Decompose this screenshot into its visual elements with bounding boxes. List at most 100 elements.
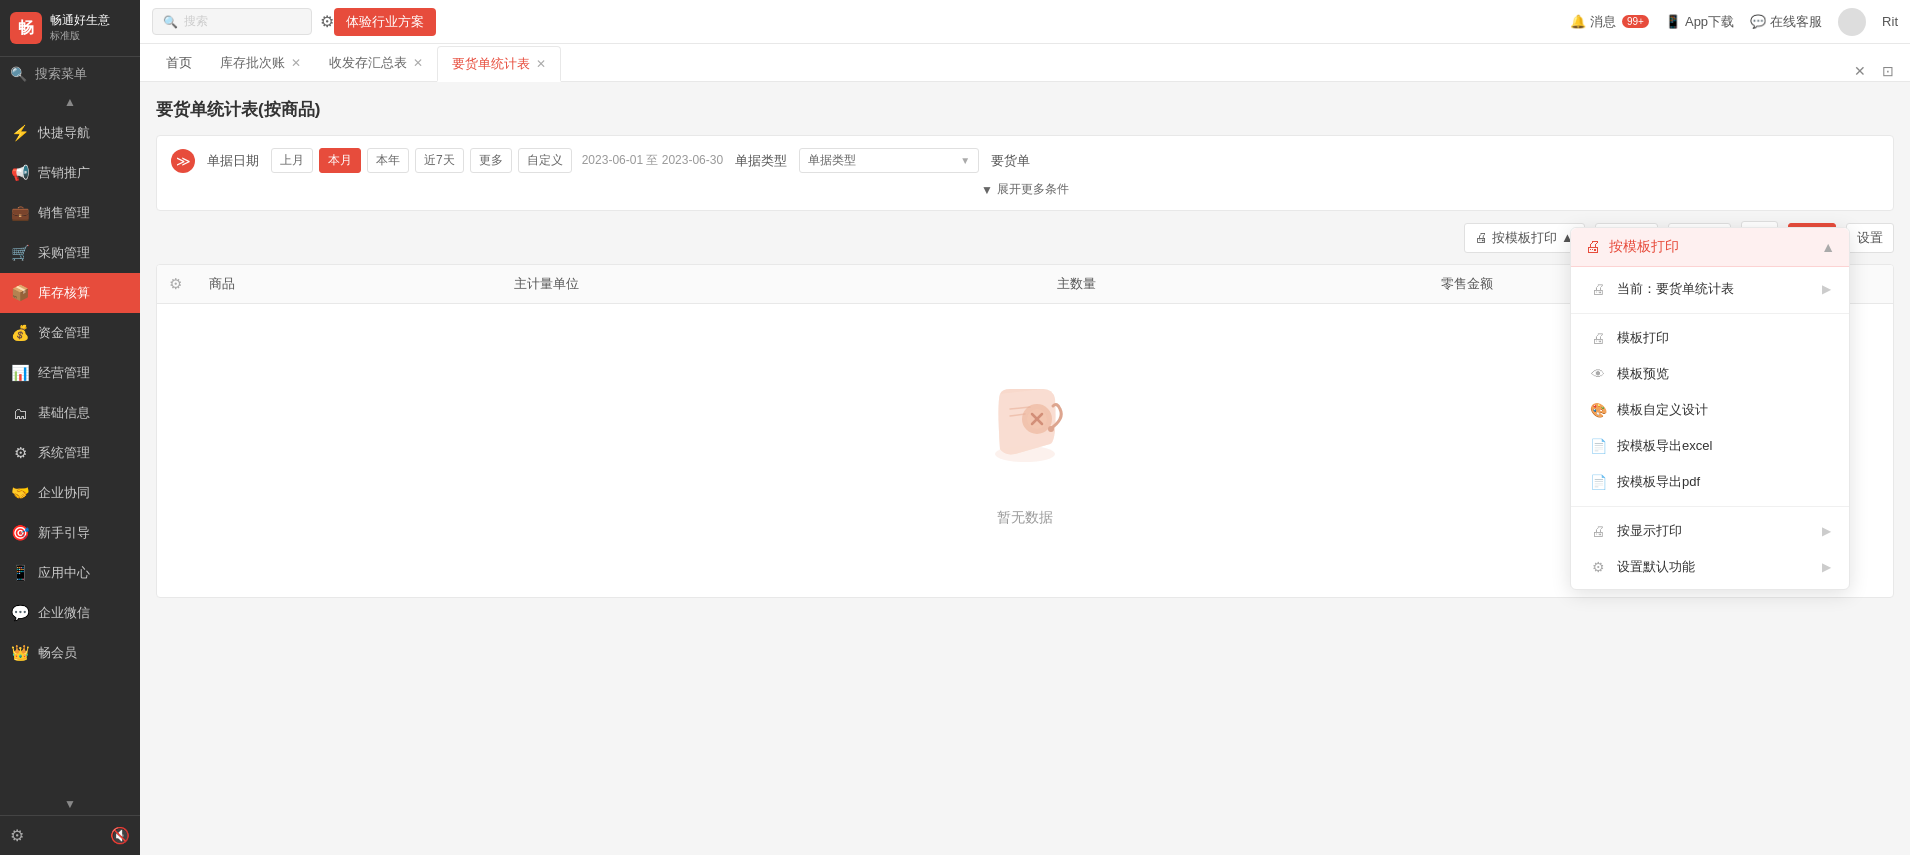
sidebar-item-system[interactable]: ⚙ 系统管理	[0, 433, 140, 473]
print-template-dropdown: 🖨 按模板打印 ▲ 🖨 当前：要货单统计表 ▶ 🖨 模板打印	[1570, 227, 1850, 590]
date-btn-current-month[interactable]: 本月	[319, 148, 361, 173]
tab-close-window-btn[interactable]: ✕	[1850, 61, 1870, 81]
page-content: 要货单统计表(按商品) ≫ 单据日期 上月 本月 本年 近7天 更多 自定义 2…	[140, 82, 1910, 855]
empty-text: 暂无数据	[997, 509, 1053, 527]
print-icon: 🖨	[1475, 230, 1488, 245]
sidebar-nav: ⚡ 快捷导航 📢 营销推广 💼 销售管理 🛒 采购管理 📦 库存核算 💰 资金管…	[0, 113, 140, 793]
dropdown-template-design[interactable]: 🎨 模板自定义设计	[1571, 392, 1849, 428]
sidebar-item-collab[interactable]: 🤝 企业协同	[0, 473, 140, 513]
filter-row: ≫ 单据日期 上月 本月 本年 近7天 更多 自定义 2023-06-01 至 …	[171, 148, 1879, 173]
notifications-btn[interactable]: 🔔 消息 99+	[1570, 13, 1649, 31]
finance-icon: 💰	[10, 324, 30, 342]
marketing-icon: 📢	[10, 164, 30, 182]
dropdown-set-default[interactable]: ⚙ 设置默认功能 ▶	[1571, 549, 1849, 585]
current-template-icon: 🖨	[1589, 281, 1607, 297]
sidebar-item-sales[interactable]: 💼 销售管理	[0, 193, 140, 233]
dropdown-template-preview[interactable]: 👁 模板预览	[1571, 356, 1849, 392]
system-icon: ⚙	[10, 444, 30, 462]
tab-close-order-stats[interactable]: ✕	[536, 57, 546, 71]
header-search-box[interactable]: 🔍 搜索	[152, 8, 312, 35]
sidebar-item-wechat[interactable]: 💬 企业微信	[0, 593, 140, 633]
display-print-arrow-icon: ▶	[1822, 524, 1831, 538]
tab-order-stats[interactable]: 要货单统计表 ✕	[437, 46, 561, 82]
svg-point-5	[1048, 426, 1054, 432]
table-gear-icon[interactable]: ⚙	[169, 275, 182, 292]
sidebar-item-guide[interactable]: 🎯 新手引导	[0, 513, 140, 553]
basic-icon: 🗂	[10, 405, 30, 422]
mute-icon[interactable]: 🔇	[110, 826, 130, 845]
dropdown-current-template[interactable]: 🖨 当前：要货单统计表 ▶	[1571, 271, 1849, 307]
tab-close-receipt-summary[interactable]: ✕	[413, 56, 423, 70]
col-unit: 主计量单位	[502, 265, 1045, 304]
header: 🔍 搜索 ⚙ 体验行业方案 🔔 消息 99+ 📱 App下载 💬 在线客服 Ri…	[140, 0, 1910, 44]
export-excel-icon: 📄	[1589, 438, 1607, 454]
tab-close-inventory-batch[interactable]: ✕	[291, 56, 301, 70]
date-btn-more[interactable]: 更多	[470, 148, 512, 173]
sidebar-item-marketing[interactable]: 📢 营销推广	[0, 153, 140, 193]
dropdown-print-icon: 🖨	[1585, 238, 1601, 256]
date-btn-7days[interactable]: 近7天	[415, 148, 464, 173]
template-design-icon: 🎨	[1589, 402, 1607, 418]
member-icon: 👑	[10, 644, 30, 662]
settings-btn[interactable]: 设置	[1846, 223, 1894, 253]
tabs-bar: 首页 库存批次账 ✕ 收发存汇总表 ✕ 要货单统计表 ✕ ✕ ⊡	[140, 44, 1910, 82]
sidebar-item-member[interactable]: 👑 畅会员	[0, 633, 140, 673]
dropdown-display-print[interactable]: 🖨 按显示打印 ▶	[1571, 513, 1849, 549]
dropdown-export-pdf[interactable]: 📄 按模板导出pdf	[1571, 464, 1849, 500]
dropdown-section-actions: 🖨 模板打印 👁 模板预览 🎨 模板自定义设计 📄 按模板导出excel 📄	[1571, 316, 1849, 504]
set-default-arrow-icon: ▶	[1822, 560, 1831, 574]
dropdown-header: 🖨 按模板打印 ▲	[1571, 228, 1849, 267]
sidebar-item-appstore[interactable]: 📱 应用中心	[0, 553, 140, 593]
header-nav-right: 🔔 消息 99+ 📱 App下载 💬 在线客服 Rit	[1570, 8, 1898, 36]
tab-home[interactable]: 首页	[152, 45, 206, 81]
settings-icon[interactable]: ⚙	[10, 826, 24, 845]
dropdown-template-print[interactable]: 🖨 模板打印	[1571, 320, 1849, 356]
expand-more-btn[interactable]: ▼ 展开更多条件	[171, 181, 1879, 198]
sidebar-item-quick-nav[interactable]: ⚡ 快捷导航	[0, 113, 140, 153]
tab-receipt-summary[interactable]: 收发存汇总表 ✕	[315, 45, 437, 81]
purchase-icon: 🛒	[10, 244, 30, 262]
header-search-icon: 🔍	[163, 15, 178, 29]
appstore-icon: 📱	[10, 564, 30, 582]
sidebar-item-basic[interactable]: 🗂 基础信息	[0, 393, 140, 433]
date-btn-custom[interactable]: 自定义	[518, 148, 572, 173]
col-product: 商品	[197, 265, 502, 304]
sidebar-item-finance[interactable]: 💰 资金管理	[0, 313, 140, 353]
dropdown-collapse-btn[interactable]: ▲	[1821, 239, 1835, 255]
display-print-icon: 🖨	[1589, 523, 1607, 539]
header-gear-icon[interactable]: ⚙	[320, 12, 334, 31]
sidebar-item-purchase[interactable]: 🛒 采购管理	[0, 233, 140, 273]
order-goods-label: 要货单	[991, 152, 1030, 170]
sidebar-item-operation[interactable]: 📊 经营管理	[0, 353, 140, 393]
filter-date-group: 上月 本月 本年 近7天 更多 自定义 2023-06-01 至 2023-06…	[271, 148, 723, 173]
date-btn-current-year[interactable]: 本年	[367, 148, 409, 173]
tab-inventory-batch[interactable]: 库存批次账 ✕	[206, 45, 315, 81]
tab-maximize-window-btn[interactable]: ⊡	[1878, 61, 1898, 81]
template-preview-icon: 👁	[1589, 366, 1607, 382]
industry-btn[interactable]: 体验行业方案	[334, 8, 436, 36]
sidebar-scroll-up[interactable]: ▲	[0, 91, 140, 113]
online-service-btn[interactable]: 💬 在线客服	[1750, 13, 1822, 31]
order-type-select[interactable]: 单据类型 ▼	[799, 148, 979, 173]
app-download-btn[interactable]: 📱 App下载	[1665, 13, 1734, 31]
wechat-icon: 💬	[10, 604, 30, 622]
col-settings[interactable]: ⚙	[157, 265, 197, 304]
order-type-label: 单据类型	[735, 152, 787, 170]
tabs-window-controls: ✕ ⊡	[1850, 61, 1898, 81]
online-service-icon: 💬	[1750, 14, 1766, 29]
sidebar-item-inventory[interactable]: 📦 库存核算	[0, 273, 140, 313]
order-type-arrow-icon: ▼	[960, 155, 970, 166]
sidebar-scroll-down[interactable]: ▼	[0, 793, 140, 815]
logo-text: 畅通好生意 标准版	[50, 13, 110, 43]
inventory-icon: 📦	[10, 284, 30, 302]
dropdown-section-current: 🖨 当前：要货单统计表 ▶	[1571, 267, 1849, 311]
sidebar-search[interactable]: 🔍 搜索菜单	[0, 57, 140, 91]
print-template-btn[interactable]: 🖨 按模板打印 ▲	[1464, 223, 1585, 253]
avatar[interactable]	[1838, 8, 1866, 36]
dropdown-export-excel[interactable]: 📄 按模板导出excel	[1571, 428, 1849, 464]
quick-nav-icon: ⚡	[10, 124, 30, 142]
empty-icon	[975, 374, 1075, 493]
filter-expand-icon[interactable]: ≫	[171, 149, 195, 173]
filter-bar: ≫ 单据日期 上月 本月 本年 近7天 更多 自定义 2023-06-01 至 …	[156, 135, 1894, 211]
date-btn-prev-month[interactable]: 上月	[271, 148, 313, 173]
